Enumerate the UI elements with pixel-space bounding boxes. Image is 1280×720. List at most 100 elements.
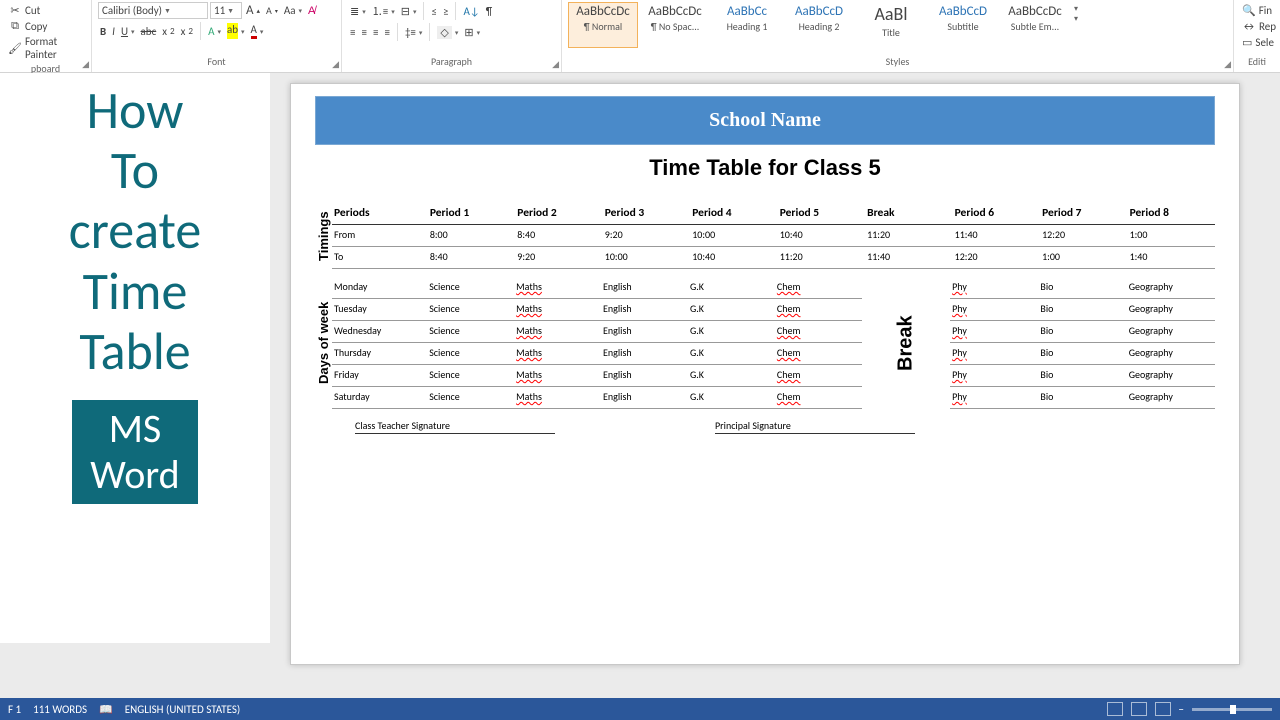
- table-cell: Friday: [332, 368, 427, 381]
- proofing-icon[interactable]: 📖: [99, 703, 113, 716]
- style-card[interactable]: AaBbCcDHeading 2: [784, 2, 854, 48]
- zoom-slider[interactable]: [1192, 708, 1272, 711]
- zoom-out-button[interactable]: −: [1179, 703, 1184, 716]
- increase-indent-button[interactable]: ≥: [441, 4, 450, 19]
- table-cell: Chem: [775, 346, 862, 359]
- italic-button[interactable]: I: [110, 24, 117, 39]
- style-card[interactable]: AaBbCcHeading 1: [712, 2, 782, 48]
- timetable-title: Time Table for Class 5: [315, 145, 1215, 185]
- change-case-button[interactable]: Aa▾: [282, 3, 304, 18]
- table-cell: To: [332, 250, 428, 263]
- line-spacing-button[interactable]: ‡≡▾: [403, 25, 424, 40]
- show-marks-button[interactable]: ¶: [484, 4, 494, 19]
- align-left-button[interactable]: ≡: [348, 25, 357, 40]
- table-cell: Maths: [514, 324, 601, 337]
- table-cell: Geography: [1127, 368, 1215, 381]
- bullets-button[interactable]: ≣▾: [348, 4, 368, 19]
- table-cell: Phy: [950, 302, 1038, 315]
- page-indicator[interactable]: F 1: [8, 703, 21, 716]
- table-cell: Phy: [950, 324, 1038, 337]
- select-button[interactable]: ▭Sele: [1240, 34, 1274, 50]
- justify-button[interactable]: ≡: [382, 25, 391, 40]
- bold-button[interactable]: B: [98, 24, 108, 39]
- table-cell: Science: [427, 324, 514, 337]
- table-row: PeriodsPeriod 1Period 2Period 3Period 4P…: [332, 203, 1215, 225]
- multilevel-button[interactable]: ⊟▾: [399, 4, 419, 19]
- style-card[interactable]: AaBbCcDSubtitle: [928, 2, 998, 48]
- find-icon: 🔍: [1242, 3, 1256, 17]
- replace-button[interactable]: ↔Rep: [1240, 18, 1274, 34]
- table-cell: Thursday: [332, 346, 427, 359]
- table-cell: Period 4: [690, 206, 777, 220]
- text-effects-button[interactable]: A▾: [206, 24, 223, 39]
- table-cell: Periods: [332, 206, 428, 220]
- table-row: PhyBioGeography: [950, 277, 1215, 299]
- table-cell: G.K: [688, 280, 775, 293]
- table-cell: Science: [427, 368, 514, 381]
- table-cell: Period 6: [953, 206, 1040, 220]
- borders-button[interactable]: ⊞▾: [462, 25, 482, 40]
- tutorial-title-overlay: How To create Time Table MSWord: [0, 73, 270, 643]
- table-cell: Tuesday: [332, 302, 427, 315]
- styles-more-button[interactable]: ▾▾: [1072, 2, 1080, 48]
- shrink-font-button[interactable]: A▾: [264, 3, 280, 18]
- table-cell: Chem: [775, 368, 862, 381]
- table-cell: 11:40: [865, 250, 952, 263]
- timings-label: Timings: [315, 203, 332, 269]
- shading-button[interactable]: ◇▾: [435, 25, 460, 40]
- table-row: FridayScienceMathsEnglishG.KChem: [332, 365, 862, 387]
- font-size-select[interactable]: 11▼: [210, 2, 242, 19]
- read-mode-icon[interactable]: [1107, 702, 1123, 716]
- style-card[interactable]: AaBlTitle: [856, 2, 926, 48]
- table-cell: G.K: [688, 302, 775, 315]
- table-cell: Period 2: [515, 206, 602, 220]
- table-cell: Saturday: [332, 390, 427, 403]
- table-cell: English: [601, 346, 688, 359]
- style-card[interactable]: AaBbCcDc¶ No Spac...: [640, 2, 710, 48]
- font-label: Font: [98, 55, 335, 70]
- dialog-launcher-icon[interactable]: ◢: [82, 59, 89, 70]
- copy-button[interactable]: ⧉Copy: [6, 18, 85, 34]
- school-name-header: School Name: [315, 96, 1215, 145]
- overlay-badge: MSWord: [72, 400, 197, 504]
- table-cell: 1:40: [1128, 250, 1215, 263]
- superscript-button[interactable]: x2: [179, 24, 195, 39]
- table-cell: 11:20: [865, 228, 952, 241]
- styles-group: AaBbCcDc¶ NormalAaBbCcDc¶ No Spac...AaBb…: [562, 0, 1234, 72]
- font-color-button[interactable]: A▾: [249, 22, 266, 40]
- signature-line: [715, 433, 915, 434]
- underline-button[interactable]: U▾: [119, 24, 137, 39]
- table-row: PhyBioGeography: [950, 343, 1215, 365]
- decrease-indent-button[interactable]: ≤: [429, 4, 438, 19]
- print-layout-icon[interactable]: [1131, 702, 1147, 716]
- styles-gallery[interactable]: AaBbCcDc¶ NormalAaBbCcDc¶ No Spac...AaBb…: [568, 2, 1227, 48]
- principal-signature-label: Principal Signature: [715, 419, 915, 432]
- highlight-button[interactable]: ab▾: [225, 22, 247, 40]
- clear-format-button[interactable]: A̸: [306, 3, 317, 18]
- table-row: WednesdayScienceMathsEnglishG.KChem: [332, 321, 862, 343]
- grow-font-button[interactable]: A▴: [244, 2, 262, 19]
- style-card[interactable]: AaBbCcDc¶ Normal: [568, 2, 638, 48]
- language-indicator[interactable]: ENGLISH (UNITED STATES): [125, 703, 240, 716]
- table-cell: 11:20: [778, 250, 865, 263]
- table-cell: Wednesday: [332, 324, 427, 337]
- find-button[interactable]: 🔍Fin: [1240, 2, 1274, 18]
- page[interactable]: School Name Time Table for Class 5 Timin…: [290, 83, 1240, 665]
- dialog-launcher-icon[interactable]: ◢: [332, 59, 339, 70]
- font-name-select[interactable]: Calibri (Body)▼: [98, 2, 208, 19]
- subscript-button[interactable]: x2: [160, 24, 176, 39]
- format-painter-button[interactable]: 🖌Format Painter: [6, 34, 85, 62]
- web-layout-icon[interactable]: [1155, 702, 1171, 716]
- style-card[interactable]: AaBbCcDcSubtle Em...: [1000, 2, 1070, 48]
- numbering-button[interactable]: ⒈≡▾: [370, 2, 397, 20]
- strike-button[interactable]: abc: [139, 24, 159, 39]
- align-center-button[interactable]: ≡: [359, 25, 368, 40]
- cut-button[interactable]: ✂Cut: [6, 2, 85, 18]
- align-right-button[interactable]: ≡: [371, 25, 380, 40]
- dialog-launcher-icon[interactable]: ◢: [1224, 59, 1231, 70]
- sort-button[interactable]: A↓: [461, 4, 481, 19]
- word-count[interactable]: 111 WORDS: [33, 703, 87, 716]
- table-cell: Bio: [1038, 324, 1126, 337]
- dialog-launcher-icon[interactable]: ◢: [552, 59, 559, 70]
- select-icon: ▭: [1242, 35, 1252, 49]
